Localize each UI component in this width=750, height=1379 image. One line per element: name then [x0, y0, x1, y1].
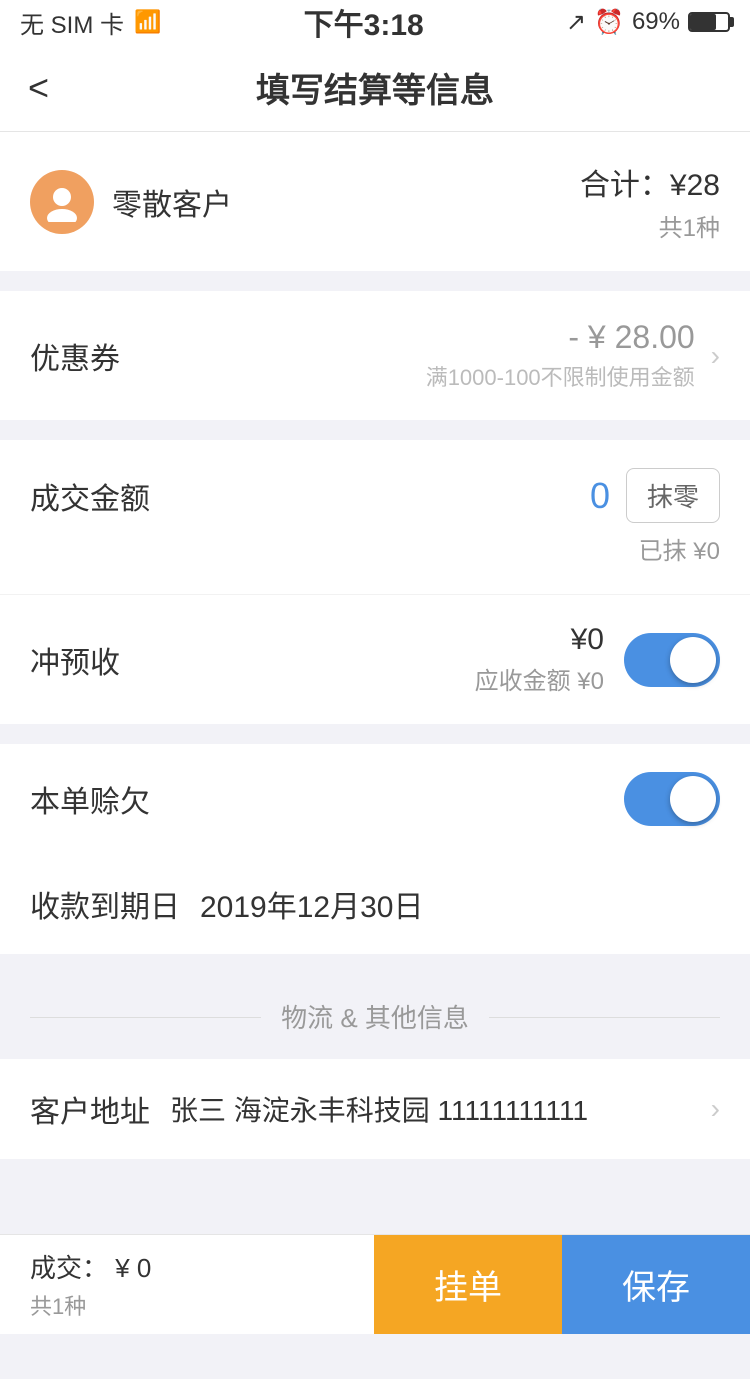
coupon-row[interactable]: 优惠券 - ¥ 28.00 满1000-100不限制使用金额 › [0, 291, 750, 420]
coupon-note: 满1000-100不限制使用金额 [426, 360, 695, 392]
due-date-row: 收款到期日 2019年12月30日 [0, 854, 750, 954]
transaction-label: 成交金额 [30, 474, 150, 518]
save-button[interactable]: 保存 [562, 1235, 750, 1334]
bottom-count: 共1种 [30, 1289, 344, 1321]
status-right: ↗ ⏰ 69% [566, 8, 730, 37]
coupon-discount: - ¥ 28.00 [426, 319, 695, 356]
avatar-icon [42, 182, 82, 222]
logistics-header: 物流 & 其他信息 [0, 974, 750, 1059]
prereceive-values: ¥0 应收金额 ¥0 [475, 623, 604, 696]
alarm-icon: ⏰ [594, 8, 624, 37]
arrears-toggle-knob [670, 776, 716, 822]
transaction-section: 成交金额 0 抹零 已抹 ¥0 冲预收 ¥0 应收金额 ¥0 [0, 440, 750, 724]
chevron-right-icon: › [711, 340, 720, 372]
logistics-header-text: 物流 & 其他信息 [261, 998, 489, 1035]
coupon-section: 优惠券 - ¥ 28.00 满1000-100不限制使用金额 › [0, 291, 750, 420]
bottom-transaction-label: 成交： [30, 1253, 108, 1283]
status-left: 无 SIM 卡 📶 [20, 5, 161, 40]
coupon-right: - ¥ 28.00 满1000-100不限制使用金额 › [426, 319, 720, 392]
customer-info: 零散客户 [30, 170, 232, 234]
back-button[interactable]: < [28, 67, 49, 109]
amount-top: 成交金额 0 抹零 [30, 468, 720, 523]
coupon-value-container: - ¥ 28.00 满1000-100不限制使用金额 [426, 319, 695, 392]
bottom-bar: 成交： ¥ 0 共1种 挂单 保存 [0, 1234, 750, 1334]
prereceive-row: 冲预收 ¥0 应收金额 ¥0 [0, 595, 750, 724]
hang-button[interactable]: 挂单 [374, 1235, 562, 1334]
arrears-toggle[interactable] [624, 772, 720, 826]
carrier-label: 无 SIM 卡 [20, 5, 124, 40]
address-row[interactable]: 客户地址 张三 海淀永丰科技园 11111111111 › [0, 1059, 750, 1159]
arrears-label: 本单赊欠 [30, 777, 150, 821]
bottom-transaction-amount: ¥ 0 [115, 1253, 151, 1283]
total-count: 共1种 [580, 208, 720, 243]
battery-percent: 69% [632, 8, 680, 36]
total-amount: 合计：¥28 [580, 160, 720, 204]
prereceive-label: 冲预收 [30, 638, 120, 682]
prereceive-sub: 应收金额 ¥0 [475, 661, 604, 696]
prereceive-amount: ¥0 [475, 623, 604, 657]
transaction-value[interactable]: 0 [550, 475, 610, 517]
battery-icon [688, 12, 730, 32]
prereceive-right: ¥0 应收金额 ¥0 [475, 623, 720, 696]
toggle-knob [670, 637, 716, 683]
transaction-right: 0 抹零 [550, 468, 720, 523]
customer-total: 合计：¥28 共1种 [580, 160, 720, 243]
status-bar: 无 SIM 卡 📶 下午3:18 ↗ ⏰ 69% [0, 0, 750, 44]
avatar [30, 170, 94, 234]
customer-section: 零散客户 合计：¥28 共1种 [0, 132, 750, 271]
arrears-section: 本单赊欠 收款到期日 2019年12月30日 [0, 744, 750, 954]
prereceive-toggle[interactable] [624, 633, 720, 687]
bottom-info: 成交： ¥ 0 共1种 [0, 1235, 374, 1334]
bottom-transaction: 成交： ¥ 0 [30, 1248, 344, 1285]
coupon-label: 优惠券 [30, 334, 120, 378]
location-icon: ↗ [566, 8, 586, 37]
transaction-row: 成交金额 0 抹零 已抹 ¥0 [0, 440, 750, 595]
status-time: 下午3:18 [304, 0, 424, 44]
wifi-icon: 📶 [134, 9, 161, 35]
transaction-sub: 已抹 ¥0 [30, 531, 720, 566]
customer-name: 零散客户 [112, 180, 232, 224]
page-title: 填写结算等信息 [256, 63, 494, 112]
arrears-row: 本单赊欠 [0, 744, 750, 854]
address-value: 张三 海淀永丰科技园 11111111111 [170, 1089, 691, 1129]
due-date-label: 收款到期日 [30, 882, 180, 926]
address-section: 客户地址 张三 海淀永丰科技园 11111111111 › [0, 1059, 750, 1159]
nav-bar: < 填写结算等信息 [0, 44, 750, 132]
round-zero-button[interactable]: 抹零 [626, 468, 720, 523]
due-date-value[interactable]: 2019年12月30日 [200, 882, 423, 926]
address-label: 客户地址 [30, 1087, 150, 1131]
address-chevron-icon: › [711, 1093, 720, 1125]
